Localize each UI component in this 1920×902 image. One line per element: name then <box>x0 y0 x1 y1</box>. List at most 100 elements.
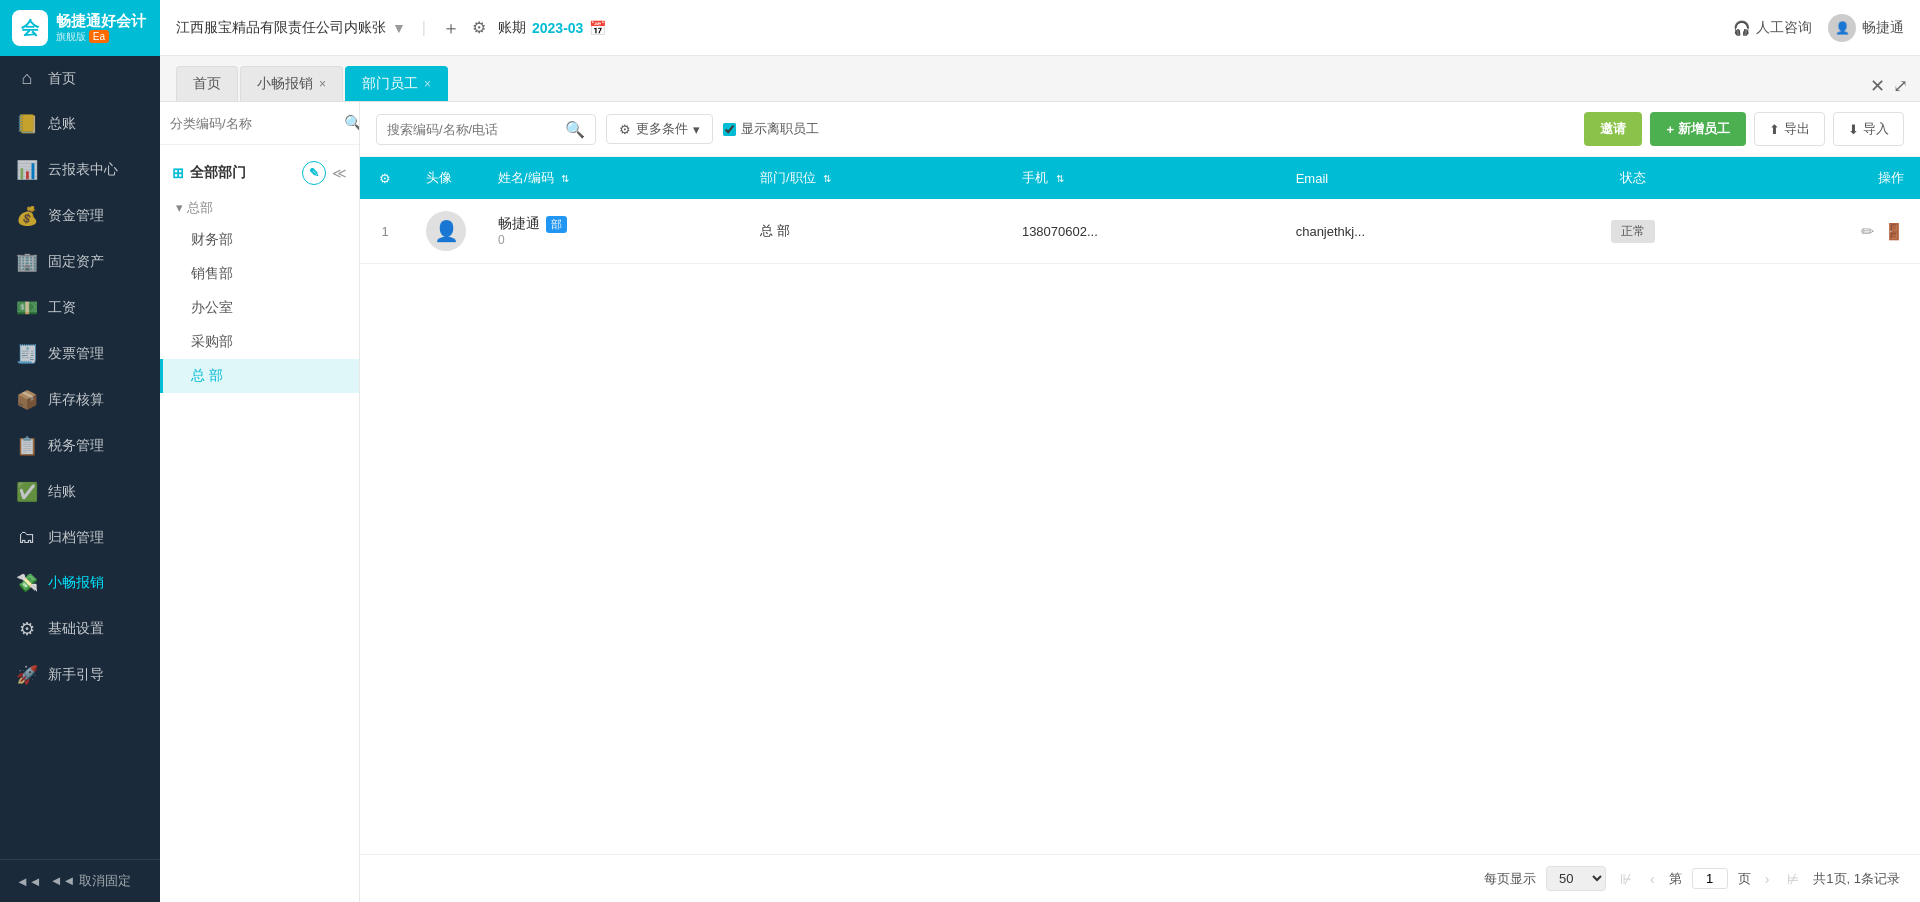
department-list: ▾ 总部 财务部 销售部 办公室 采购部 总 部 <box>160 193 359 393</box>
chevron-down-icon: ▾ <box>693 122 700 137</box>
export-button[interactable]: ⬆ 导出 <box>1754 112 1825 146</box>
sidebar-item-reports[interactable]: 📊 云报表中心 <box>0 147 160 193</box>
sidebar-item-invoices[interactable]: 🧾 发票管理 <box>0 331 160 377</box>
show-resigned-label[interactable]: 显示离职员工 <box>723 120 819 138</box>
sidebar-item-assets[interactable]: 🏢 固定资产 <box>0 239 160 285</box>
sort-icon-dept: ⇅ <box>823 173 831 184</box>
sidebar-item-inventory[interactable]: 📦 库存核算 <box>0 377 160 423</box>
sidebar-item-funds[interactable]: 💰 资金管理 <box>0 193 160 239</box>
sidebar: 会 畅捷通好会计 旗舰版 Ea ⌂ 首页 📒 总账 📊 云报表中心 💰 资金管理… <box>0 0 160 902</box>
add-employee-button[interactable]: + 新增员工 <box>1650 112 1746 146</box>
cell-dept: 总 部 <box>744 199 1006 264</box>
add-account-button[interactable]: ＋ <box>442 16 460 40</box>
content-area: 🔍 ⊞ 全部部门 ✎ ≪ ▾ 总部 财务部 销售部 办公室 采购部 总 部 <box>160 102 1920 902</box>
sidebar-item-salary[interactable]: 💵 工资 <box>0 285 160 331</box>
tree-item-bangong[interactable]: 办公室 <box>160 291 359 325</box>
tree-item-xiaoshou[interactable]: 销售部 <box>160 257 359 291</box>
page-first-button[interactable]: ⊮ <box>1616 869 1636 889</box>
inventory-icon: 📦 <box>16 389 38 411</box>
company-selector[interactable]: 江西服宝精品有限责任公司内账张 ▼ <box>176 19 406 37</box>
col-dept[interactable]: 部门/职位 ⇅ <box>744 157 1006 199</box>
tree-edit-button[interactable]: ✎ <box>302 161 326 185</box>
department-tree: ⊞ 全部部门 ✎ ≪ ▾ 总部 财务部 销售部 办公室 采购部 总 部 <box>160 145 359 902</box>
tab-expand-icon[interactable]: ⤢ <box>1893 75 1908 97</box>
sidebar-item-ledger[interactable]: 📒 总账 <box>0 101 160 147</box>
sidebar-item-label: 基础设置 <box>48 620 104 638</box>
cell-avatar: 👤 <box>410 199 482 264</box>
employee-search-box: 🔍 <box>376 114 596 145</box>
sidebar-item-settings[interactable]: ⚙ 基础设置 <box>0 606 160 652</box>
sidebar-cancel-pin[interactable]: ◄◄ ◄◄ 取消固定 <box>0 859 160 902</box>
logout-button[interactable]: 🚪 <box>1884 222 1904 241</box>
page-input[interactable]: 1 <box>1692 868 1728 889</box>
sidebar-item-label: 工资 <box>48 299 76 317</box>
tree-item-caigou[interactable]: 采购部 <box>160 325 359 359</box>
show-resigned-checkbox[interactable] <box>723 123 736 136</box>
tab-home[interactable]: 首页 <box>176 66 238 101</box>
tree-parent-zongbu[interactable]: ▾ 总部 <box>160 193 359 223</box>
tab-expense-close[interactable]: × <box>319 77 326 91</box>
page-next-button[interactable]: › <box>1761 869 1774 889</box>
col-email: Email <box>1280 157 1537 199</box>
sidebar-item-label: 库存核算 <box>48 391 104 409</box>
logo-sub-text: 旗舰版 <box>56 31 86 42</box>
tab-department-close[interactable]: × <box>424 77 431 91</box>
closing-icon: ✅ <box>16 481 38 503</box>
topbar-divider1: | <box>422 19 426 37</box>
invoices-icon: 🧾 <box>16 343 38 365</box>
tab-close-icon[interactable]: ✕ <box>1870 75 1885 97</box>
calendar-icon: 📅 <box>589 20 606 36</box>
filter-button[interactable]: ⚙ 更多条件 ▾ <box>606 114 713 144</box>
sidebar-item-tax[interactable]: 📋 税务管理 <box>0 423 160 469</box>
sidebar-item-expense[interactable]: 💸 小畅报销 <box>0 560 160 606</box>
add-employee-label: 新增员工 <box>1678 120 1730 138</box>
sidebar-item-guide[interactable]: 🚀 新手引导 <box>0 652 160 698</box>
search-icon: 🔍 <box>565 120 585 139</box>
chevron-down-icon: ▼ <box>392 20 406 36</box>
user-menu[interactable]: 👤 畅捷通 <box>1828 14 1904 42</box>
salary-icon: 💵 <box>16 297 38 319</box>
sort-icon-name: ⇅ <box>561 173 569 184</box>
page-size-select[interactable]: 50 10 20 100 <box>1546 866 1606 891</box>
category-search-input[interactable] <box>170 116 338 131</box>
tab-department[interactable]: 部门员工 × <box>345 66 448 101</box>
cell-actions: ✏ 🚪 <box>1730 199 1920 264</box>
support-btn[interactable]: 🎧 人工咨询 <box>1733 19 1812 37</box>
headset-icon: 🎧 <box>1733 20 1750 36</box>
sidebar-item-archive[interactable]: 🗂 归档管理 <box>0 515 160 560</box>
tab-expense[interactable]: 小畅报销 × <box>240 66 343 101</box>
sidebar-item-label: 资金管理 <box>48 207 104 225</box>
tree-item-zongbu2[interactable]: 总 部 <box>160 359 359 393</box>
gear-button[interactable]: ⚙ <box>472 18 486 37</box>
col-phone-label: 手机 <box>1022 170 1048 185</box>
sidebar-item-closing[interactable]: ✅ 结账 <box>0 469 160 515</box>
page-last-button[interactable]: ⊭ <box>1783 869 1803 889</box>
sidebar-badge: Ea <box>89 30 109 43</box>
reports-icon: 📊 <box>16 159 38 181</box>
col-name[interactable]: 姓名/编码 ⇅ <box>482 157 744 199</box>
sort-icon-phone: ⇅ <box>1056 173 1064 184</box>
tree-root[interactable]: ⊞ 全部部门 ✎ ≪ <box>160 153 359 193</box>
col-dept-label: 部门/职位 <box>760 170 816 185</box>
employee-search-input[interactable] <box>387 122 559 137</box>
tabs-bar: 首页 小畅报销 × 部门员工 × ✕ ⤢ <box>160 56 1920 102</box>
cancel-pin-label: ◄◄ 取消固定 <box>50 872 131 890</box>
employee-code: 0 <box>498 233 728 247</box>
total-label: 共1页, 1条记录 <box>1813 870 1900 888</box>
col-phone[interactable]: 手机 ⇅ <box>1006 157 1280 199</box>
settings-icon: ⚙ <box>16 618 38 640</box>
page-prev-button[interactable]: ‹ <box>1646 869 1659 889</box>
employee-name: 畅捷通 <box>498 215 540 233</box>
invite-button[interactable]: 邀请 <box>1584 112 1642 146</box>
import-label: 导入 <box>1863 120 1889 138</box>
tree-collapse-button[interactable]: ≪ <box>332 165 347 181</box>
col-settings[interactable]: ⚙ <box>360 157 410 199</box>
edit-button[interactable]: ✏ <box>1861 222 1874 241</box>
tab-home-label: 首页 <box>193 75 221 93</box>
logo-text-block: 畅捷通好会计 旗舰版 Ea <box>56 12 146 44</box>
col-avatar-label: 头像 <box>426 170 452 185</box>
cell-phone: 138070602... <box>1006 199 1280 264</box>
sidebar-item-home[interactable]: ⌂ 首页 <box>0 56 160 101</box>
tree-item-caiwu[interactable]: 财务部 <box>160 223 359 257</box>
import-button[interactable]: ⬇ 导入 <box>1833 112 1904 146</box>
